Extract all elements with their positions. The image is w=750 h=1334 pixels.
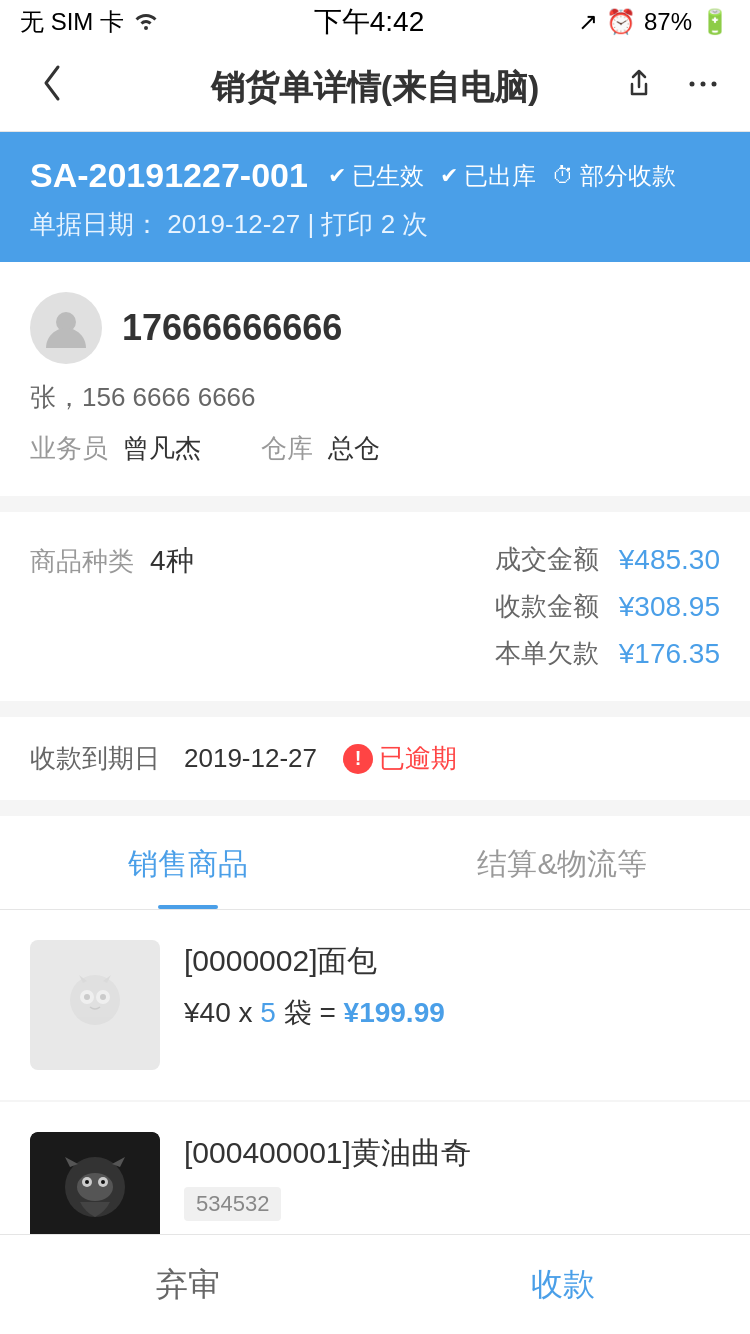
deal-amount-label: 成交金额 (495, 542, 599, 577)
badge-shipped: ✔ 已出库 (440, 160, 536, 192)
order-date: 单据日期： 2019-12-27 | 打印 2 次 (30, 207, 720, 242)
amounts: 成交金额 ¥485.30 收款金额 ¥308.95 本单欠款 ¥176.35 (495, 542, 720, 671)
product-type-value: 4种 (150, 542, 194, 580)
tabs-section: 销售商品 结算&物流等 (0, 816, 750, 910)
cancel-review-button[interactable]: 弃审 (0, 1235, 375, 1334)
tab-settlement[interactable]: 结算&物流等 (375, 816, 750, 909)
bottom-bar: 弃审 收款 (0, 1234, 750, 1334)
status-left: 无 SIM 卡 (20, 6, 160, 38)
received-value: ¥308.95 (619, 591, 720, 623)
battery-icon: 🔋 (700, 8, 730, 36)
customer-phone: 17666666666 (122, 307, 342, 349)
due-date-label: 收款到期日 (30, 741, 160, 776)
location-icon: ↗ (578, 8, 598, 36)
share-icon[interactable] (622, 67, 656, 108)
stats-row: 商品种类 4种 成交金额 ¥485.30 收款金额 ¥308.95 本单欠款 ¥… (30, 542, 720, 671)
order-header-top: SA-20191227-001 ✔ 已生效 ✔ 已出库 ⏱ 部分收款 (30, 156, 720, 195)
owed-label: 本单欠款 (495, 636, 599, 671)
wifi-icon (132, 8, 160, 36)
status-right: ↗ ⏰ 87% 🔋 (578, 8, 730, 36)
back-button[interactable] (30, 53, 74, 122)
product-thumbnail-1 (30, 940, 160, 1070)
svg-point-1 (701, 82, 706, 87)
sim-status: 无 SIM 卡 (20, 6, 124, 38)
collect-payment-button[interactable]: 收款 (375, 1235, 750, 1334)
sales-person-field: 业务员 曾凡杰 (30, 431, 201, 466)
product-type: 商品种类 4种 (30, 542, 194, 580)
due-section: 收款到期日 2019-12-27 ! 已逾期 (0, 717, 750, 800)
status-bar: 无 SIM 卡 下午4:42 ↗ ⏰ 87% 🔋 (0, 0, 750, 44)
customer-meta: 业务员 曾凡杰 仓库 总仓 (30, 431, 720, 466)
due-date-value: 2019-12-27 (184, 743, 317, 774)
badge-activated: ✔ 已生效 (328, 160, 424, 192)
deal-amount-value: ¥485.30 (619, 544, 720, 576)
badge-partial-payment: ⏱ 部分收款 (552, 160, 676, 192)
customer-section: 17666666666 张，156 6666 6666 业务员 曾凡杰 仓库 总… (0, 262, 750, 496)
tabs: 销售商品 结算&物流等 (0, 816, 750, 909)
svg-point-2 (712, 82, 717, 87)
nav-actions (622, 67, 720, 108)
received-row: 收款金额 ¥308.95 (495, 589, 720, 624)
overdue-badge: ! 已逾期 (343, 741, 457, 776)
product-qty-1: 5 (260, 997, 276, 1028)
customer-avatar (30, 292, 102, 364)
svg-point-7 (84, 994, 90, 1000)
product-name-2: [000400001]黄油曲奇 (184, 1132, 720, 1174)
received-label: 收款金额 (495, 589, 599, 624)
overdue-icon: ! (343, 744, 373, 774)
page-title: 销货单详情(来自电脑) (211, 65, 540, 111)
product-total-1: ¥199.99 (344, 997, 445, 1028)
nav-bar: 销货单详情(来自电脑) (0, 44, 750, 132)
warehouse-field: 仓库 总仓 (261, 431, 380, 466)
svg-point-4 (70, 975, 120, 1025)
deal-amount-row: 成交金额 ¥485.30 (495, 542, 720, 577)
product-type-label: 商品种类 (30, 544, 134, 579)
status-time: 下午4:42 (314, 3, 425, 41)
svg-point-0 (690, 82, 695, 87)
svg-point-8 (100, 994, 106, 1000)
product-info-1: [0000002]面包 ¥40 x 5 袋 = ¥199.99 (184, 940, 720, 1032)
table-row: [0000002]面包 ¥40 x 5 袋 = ¥199.99 (0, 910, 750, 1100)
svg-point-14 (85, 1180, 89, 1184)
overdue-text: 已逾期 (379, 741, 457, 776)
product-name-1: [0000002]面包 (184, 940, 720, 982)
customer-name: 张，156 6666 6666 (30, 380, 720, 415)
stats-section: 商品种类 4种 成交金额 ¥485.30 收款金额 ¥308.95 本单欠款 ¥… (0, 512, 750, 701)
battery: 87% (644, 8, 692, 36)
order-badges: ✔ 已生效 ✔ 已出库 ⏱ 部分收款 (328, 160, 676, 192)
svg-point-11 (77, 1173, 113, 1201)
svg-point-15 (101, 1180, 105, 1184)
customer-top: 17666666666 (30, 292, 720, 364)
product-price-1: ¥40 x 5 袋 = ¥199.99 (184, 994, 720, 1032)
order-id: SA-20191227-001 (30, 156, 308, 195)
owed-row: 本单欠款 ¥176.35 (495, 636, 720, 671)
tab-products[interactable]: 销售商品 (0, 816, 375, 909)
alarm-icon: ⏰ (606, 8, 636, 36)
product-sku-2: 534532 (184, 1187, 281, 1221)
owed-value: ¥176.35 (619, 638, 720, 670)
order-header: SA-20191227-001 ✔ 已生效 ✔ 已出库 ⏱ 部分收款 单据日期：… (0, 132, 750, 262)
more-icon[interactable] (686, 67, 720, 108)
